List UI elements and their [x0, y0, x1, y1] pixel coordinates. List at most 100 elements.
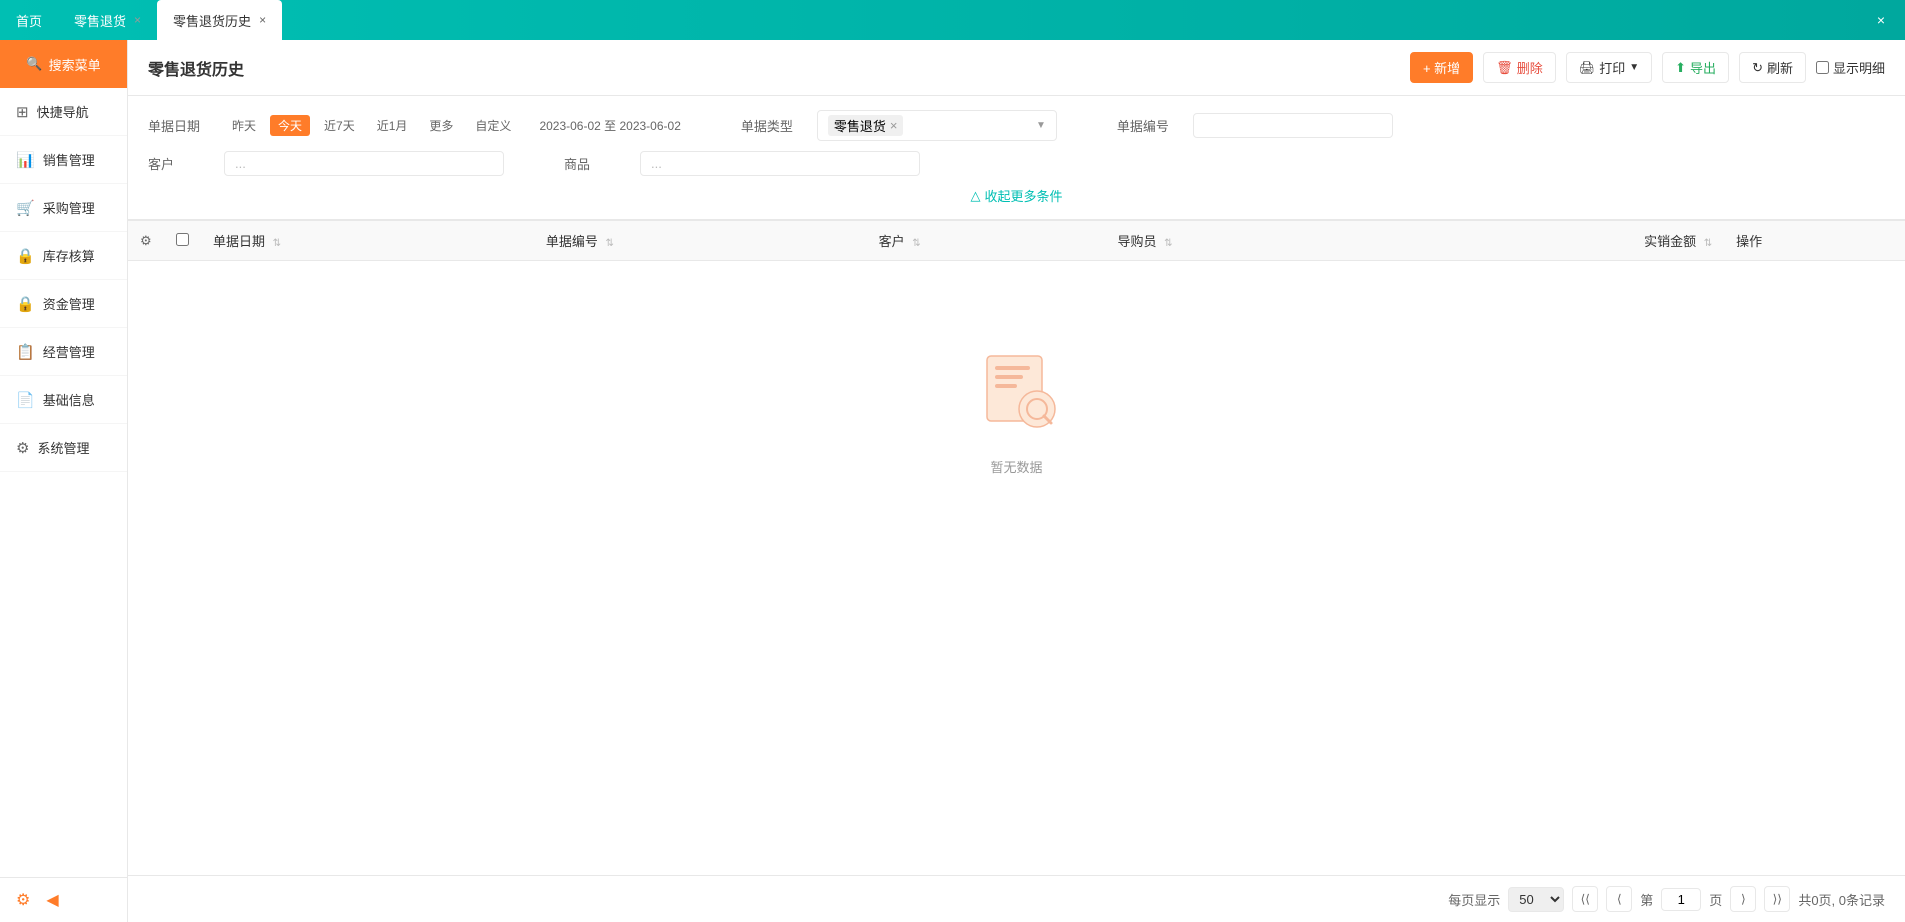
refresh-icon: ↻ [1752, 60, 1763, 76]
date-more-btn[interactable]: 更多 [421, 115, 461, 136]
tab-retail-return-close[interactable]: × [134, 13, 141, 27]
export-button[interactable]: ⬆ 导出 [1662, 52, 1729, 83]
delete-button[interactable]: 🗑 删除 [1483, 52, 1556, 83]
prev-page-btn[interactable]: ⟨ [1606, 886, 1632, 912]
collapse-filter-label: 收起更多条件 [984, 186, 1062, 205]
type-filter-label: 单据类型 [741, 116, 797, 135]
page-number-input[interactable]: 1 [1661, 888, 1701, 911]
date-today-btn[interactable]: 今天 [270, 115, 310, 136]
date-custom-btn[interactable]: 自定义 [467, 115, 519, 136]
add-button[interactable]: + 新增 [1410, 52, 1473, 83]
sidebar-item-finance[interactable]: 🔒 资金管理 [0, 280, 127, 328]
customer-placeholder: ... [235, 156, 246, 171]
topbar-right: × [1873, 12, 1905, 28]
delete-icon: 🗑 [1496, 60, 1513, 76]
per-page-label: 每页显示 [1448, 890, 1500, 909]
tab-home-label: 首页 [16, 11, 42, 30]
sidebar-item-quick-nav[interactable]: ⊞ 快捷导航 [0, 88, 127, 136]
select-all-checkbox[interactable] [176, 233, 189, 246]
show-detail-checkbox-wrapper[interactable]: 显示明细 [1816, 58, 1885, 77]
tab-retail-return-history[interactable]: 零售退货历史 × [157, 0, 282, 40]
voucher-filter-label: 单据编号 [1117, 116, 1173, 135]
filter-area: 单据日期 昨天 今天 近7天 近1月 更多 自定义 2023-06-02 至 2… [128, 96, 1905, 220]
sidebar: 🔍 搜索菜单 ⊞ 快捷导航 📊 销售管理 🛒 采购管理 🔒 库存核算 🔒 资金管… [0, 40, 128, 922]
window-close-button[interactable]: × [1873, 12, 1889, 28]
basic-info-icon: 📄 [16, 391, 35, 409]
type-filter-select[interactable]: 零售退货 × ▼ [817, 110, 1057, 141]
collapse-filter-btn[interactable]: △ 收起更多条件 [970, 186, 1062, 205]
sidebar-item-inventory-label: 库存核算 [43, 246, 95, 265]
export-icon: ⬆ [1675, 60, 1686, 76]
tab-retail-return-history-close[interactable]: × [259, 13, 266, 27]
print-button[interactable]: 🖨 打印 ▼ [1566, 52, 1652, 83]
quick-nav-icon: ⊞ [16, 103, 29, 121]
sidebar-item-purchase-mgmt[interactable]: 🛒 采购管理 [0, 184, 127, 232]
settings-bottom-icon[interactable]: ⚙ [16, 890, 30, 910]
th-amount[interactable]: 实销金额 ⇅ [1391, 221, 1724, 261]
add-button-label: + 新增 [1423, 58, 1460, 77]
per-page-select[interactable]: 50 10 20 100 [1508, 887, 1564, 912]
type-filter-tag-close[interactable]: × [890, 118, 898, 133]
th-amount-sort-icon: ⇅ [1704, 238, 1712, 249]
th-guide[interactable]: 导购员 ⇅ [1105, 221, 1391, 261]
tab-retail-return[interactable]: 零售退货 × [58, 0, 157, 40]
empty-text: 暂无数据 [990, 457, 1042, 476]
th-voucher-sort-icon: ⇅ [605, 238, 613, 249]
date-1month-btn[interactable]: 近1月 [369, 115, 416, 136]
top-bar: 首页 零售退货 × 零售退货历史 × × [0, 0, 1905, 40]
goods-filter-select[interactable]: ... [640, 151, 920, 176]
refresh-button[interactable]: ↻ 刷新 [1739, 52, 1806, 83]
purchase-mgmt-icon: 🛒 [16, 199, 35, 217]
first-page-btn[interactable]: ⟨⟨ [1572, 886, 1598, 912]
sidebar-bottom: ⚙ ◀ [0, 877, 127, 922]
th-operation: 操作 [1724, 221, 1905, 261]
date-yesterday-btn[interactable]: 昨天 [224, 115, 264, 136]
th-date-label: 单据日期 [213, 234, 265, 249]
customer-filter-label: 客户 [148, 154, 204, 173]
pagination-bar: 每页显示 50 10 20 100 ⟨⟨ ⟨ 第 1 页 ⟩ ⟩⟩ 共0页, 0… [128, 875, 1905, 922]
date-filter-label: 单据日期 [148, 116, 204, 135]
last-page-btn[interactable]: ⟩⟩ [1764, 886, 1790, 912]
customer-filter-select[interactable]: ... [224, 151, 504, 176]
th-voucher-no[interactable]: 单据编号 ⇅ [534, 221, 867, 261]
th-date[interactable]: 单据日期 ⇅ [201, 221, 534, 261]
sidebar-item-system-mgmt-label: 系统管理 [37, 438, 89, 457]
type-filter-chevron-icon: ▼ [1036, 120, 1046, 131]
total-info: 共0页, 0条记录 [1798, 890, 1885, 909]
collapse-sidebar-icon[interactable]: ◀ [46, 890, 58, 910]
refresh-button-label: 刷新 [1767, 58, 1793, 77]
search-icon: 🔍 [26, 56, 42, 72]
inventory-icon: 🔒 [16, 247, 35, 265]
th-date-sort-icon: ⇅ [273, 238, 281, 249]
th-guide-label: 导购员 [1117, 234, 1156, 249]
sidebar-item-operations[interactable]: 📋 经营管理 [0, 328, 127, 376]
sidebar-item-finance-label: 资金管理 [43, 294, 95, 313]
sidebar-item-system-mgmt[interactable]: ⚙ 系统管理 [0, 424, 127, 472]
sidebar-item-basic-info[interactable]: 📄 基础信息 [0, 376, 127, 424]
th-customer[interactable]: 客户 ⇅ [867, 221, 1106, 261]
sidebar-item-operations-label: 经营管理 [43, 342, 95, 361]
table-settings-icon[interactable]: ⚙ [140, 233, 152, 248]
system-mgmt-icon: ⚙ [16, 439, 29, 457]
empty-state: 暂无数据 [128, 261, 1905, 556]
sidebar-item-sales-mgmt-label: 销售管理 [43, 150, 95, 169]
sidebar-item-inventory[interactable]: 🔒 库存核算 [0, 232, 127, 280]
show-detail-checkbox[interactable] [1816, 61, 1829, 74]
next-page-btn[interactable]: ⟩ [1730, 886, 1756, 912]
sidebar-search[interactable]: 🔍 搜索菜单 [0, 40, 127, 88]
sidebar-item-purchase-mgmt-label: 采购管理 [43, 198, 95, 217]
delete-button-label: 删除 [1517, 58, 1543, 77]
finance-icon: 🔒 [16, 295, 35, 313]
tab-home[interactable]: 首页 [0, 0, 58, 40]
page-title: 零售退货历史 [148, 56, 244, 80]
sidebar-item-sales-mgmt[interactable]: 📊 销售管理 [0, 136, 127, 184]
page-label: 第 [1640, 890, 1653, 909]
th-settings: ⚙ [128, 221, 164, 261]
th-guide-sort-icon: ⇅ [1164, 238, 1172, 249]
voucher-filter-input[interactable] [1193, 113, 1393, 138]
type-filter-tag-value: 零售退货 [834, 116, 886, 135]
print-icon: 🖨 [1579, 60, 1596, 76]
th-checkbox [164, 221, 201, 261]
date-7days-btn[interactable]: 近7天 [316, 115, 363, 136]
page-header: 零售退货历史 + 新增 🗑 删除 🖨 打印 ▼ ⬆ 导出 [128, 40, 1905, 96]
